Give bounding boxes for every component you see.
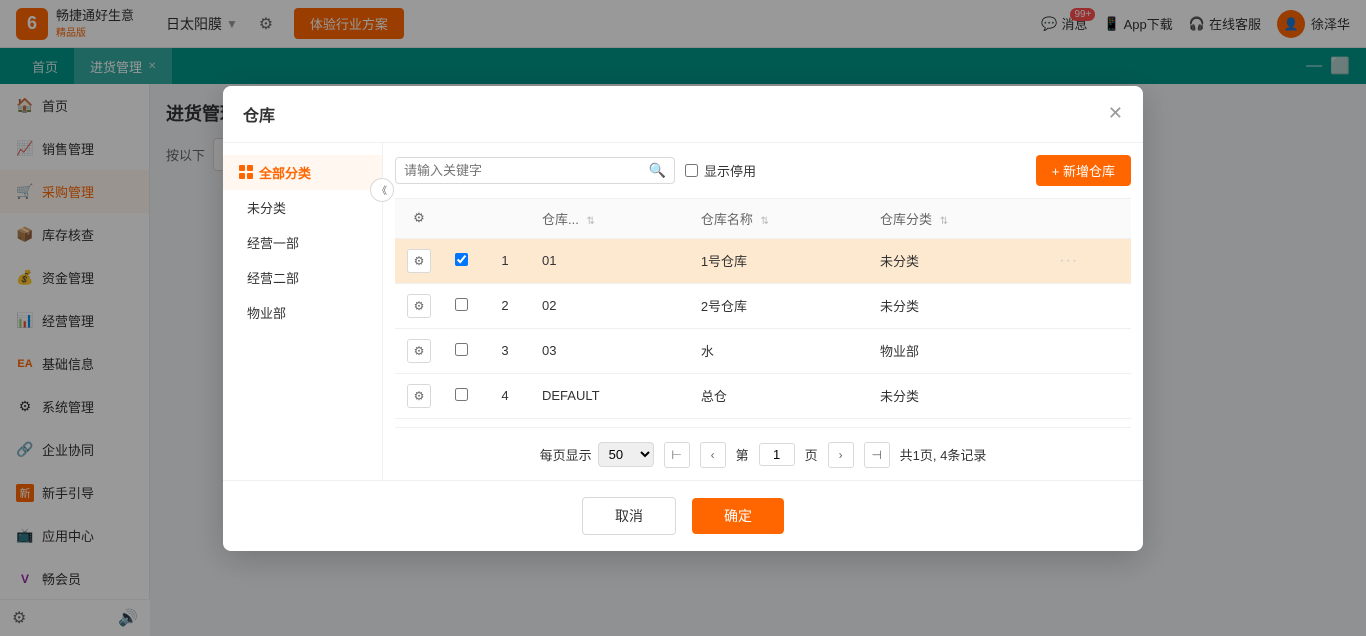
cell-category-3: 未分类: [868, 373, 1047, 418]
cancel-button[interactable]: 取消: [582, 497, 676, 535]
th-check: [443, 198, 480, 238]
table-header-row: ⚙ 仓库... ⇅ 仓库名称 ⇅: [395, 198, 1131, 238]
search-box: 🔍: [395, 157, 675, 184]
cell-num-0: 1: [480, 238, 530, 283]
category-all-label: 全部分类: [259, 163, 311, 182]
th-code-label: 仓库...: [542, 212, 579, 227]
row-checkbox-2[interactable]: [455, 343, 468, 356]
cell-name-1: 2号仓库: [689, 283, 868, 328]
modal-title: 仓库: [243, 102, 275, 126]
warehouse-modal: 仓库 ✕ 全部分类 《 未分类 经营一部: [223, 86, 1143, 551]
category-item-property[interactable]: 物业部: [223, 295, 382, 330]
row-checkbox-3[interactable]: [455, 388, 468, 401]
cell-actions-2: [1047, 328, 1131, 373]
table-panel: 🔍 显示停用 + 新增仓库 ⚙: [383, 143, 1143, 480]
category-panel: 全部分类 《 未分类 经营一部 经营二部 物业部: [223, 143, 383, 480]
cell-check-1: [443, 283, 480, 328]
row-more-button-0[interactable]: ···: [1059, 252, 1078, 269]
th-actions: [1047, 198, 1131, 238]
th-category-label: 仓库分类: [880, 212, 932, 227]
category-item-op1[interactable]: 经营一部: [223, 225, 382, 260]
cell-actions-3: [1047, 373, 1131, 418]
modal-header: 仓库 ✕: [223, 86, 1143, 143]
modal-close-button[interactable]: ✕: [1108, 103, 1123, 124]
th-name[interactable]: 仓库名称 ⇅: [689, 198, 868, 238]
th-code[interactable]: 仓库... ⇅: [530, 198, 689, 238]
total-info: 共1页, 4条记录: [900, 445, 987, 464]
th-name-label: 仓库名称: [701, 212, 753, 227]
table-wrapper: ⚙ 仓库... ⇅ 仓库名称 ⇅: [395, 198, 1131, 419]
row-gear-button-2[interactable]: ⚙: [407, 339, 431, 363]
page-prev-button[interactable]: ‹: [700, 442, 726, 468]
sort-category-icon: ⇅: [940, 216, 948, 227]
collapse-panel-button[interactable]: 《: [370, 178, 394, 202]
cell-check-0: [443, 238, 480, 283]
cell-num-3: 4: [480, 373, 530, 418]
pagination: 每页显示 50 100 200 ⊢ ‹ 第 页 › ⊣ 共1页, 4条记录: [395, 427, 1131, 468]
row-checkbox-0[interactable]: [455, 253, 468, 266]
th-num: [480, 198, 530, 238]
sort-name-icon: ⇅: [760, 216, 768, 227]
table-row: ⚙ 4 DEFAULT 总仓 未分类: [395, 373, 1131, 418]
cell-category-2: 物业部: [868, 328, 1047, 373]
page-label: 第: [736, 445, 749, 464]
page-next-button[interactable]: ›: [828, 442, 854, 468]
confirm-button[interactable]: 确定: [692, 498, 784, 534]
page-size-select: 每页显示 50 100 200: [540, 442, 654, 467]
cell-gear-1: ⚙: [395, 283, 443, 328]
cell-gear-2: ⚙: [395, 328, 443, 373]
show-disabled-checkbox[interactable]: [685, 164, 698, 177]
cell-actions-1: [1047, 283, 1131, 328]
cell-check-2: [443, 328, 480, 373]
grid-icon: [239, 165, 253, 179]
modal-footer: 取消 确定: [223, 480, 1143, 551]
cell-name-0: 1号仓库: [689, 238, 868, 283]
modal-overlay: 仓库 ✕ 全部分类 《 未分类 经营一部: [0, 0, 1366, 636]
cell-num-2: 3: [480, 328, 530, 373]
search-icon: 🔍: [649, 162, 666, 179]
page-input[interactable]: [759, 443, 795, 466]
cell-code-1: 02: [530, 283, 689, 328]
cell-actions-0: ···: [1047, 238, 1131, 283]
category-item-unclassified[interactable]: 未分类: [223, 190, 382, 225]
table-row: ⚙ 1 01 1号仓库 未分类 ···: [395, 238, 1131, 283]
category-item-op2[interactable]: 经营二部: [223, 260, 382, 295]
cell-num-1: 2: [480, 283, 530, 328]
page-last-button[interactable]: ⊣: [864, 442, 890, 468]
th-gear: ⚙: [395, 198, 443, 238]
cell-name-3: 总仓: [689, 373, 868, 418]
table-body: ⚙ 1 01 1号仓库 未分类 ··· ⚙ 2 02 2号仓库 未分类: [395, 238, 1131, 418]
modal-body: 全部分类 《 未分类 经营一部 经营二部 物业部 🔍: [223, 143, 1143, 480]
row-checkbox-1[interactable]: [455, 298, 468, 311]
category-panel-inner: 全部分类 《 未分类 经营一部 经营二部 物业部: [223, 155, 382, 468]
cell-category-0: 未分类: [868, 238, 1047, 283]
th-category[interactable]: 仓库分类 ⇅: [868, 198, 1047, 238]
cell-name-2: 水: [689, 328, 868, 373]
per-page-label: 每页显示: [540, 445, 592, 464]
cell-code-3: DEFAULT: [530, 373, 689, 418]
per-page-select[interactable]: 50 100 200: [598, 442, 654, 467]
cell-category-1: 未分类: [868, 283, 1047, 328]
category-all-item[interactable]: 全部分类: [223, 155, 382, 190]
cell-gear-0: ⚙: [395, 238, 443, 283]
search-input[interactable]: [404, 163, 645, 178]
row-gear-button-0[interactable]: ⚙: [407, 249, 431, 273]
cell-check-3: [443, 373, 480, 418]
page-suffix: 页: [805, 445, 818, 464]
table-row: ⚙ 2 02 2号仓库 未分类: [395, 283, 1131, 328]
table-row: ⚙ 3 03 水 物业部: [395, 328, 1131, 373]
show-disabled-label: 显示停用: [704, 161, 756, 180]
row-gear-button-3[interactable]: ⚙: [407, 384, 431, 408]
warehouse-table: ⚙ 仓库... ⇅ 仓库名称 ⇅: [395, 198, 1131, 419]
sort-code-icon: ⇅: [586, 216, 594, 227]
cell-code-2: 03: [530, 328, 689, 373]
table-toolbar: 🔍 显示停用 + 新增仓库: [395, 155, 1131, 186]
add-warehouse-button[interactable]: + 新增仓库: [1036, 155, 1131, 186]
page-first-button[interactable]: ⊢: [664, 442, 690, 468]
show-disabled-toggle: 显示停用: [685, 161, 756, 180]
cell-gear-3: ⚙: [395, 373, 443, 418]
cell-code-0: 01: [530, 238, 689, 283]
row-gear-button-1[interactable]: ⚙: [407, 294, 431, 318]
